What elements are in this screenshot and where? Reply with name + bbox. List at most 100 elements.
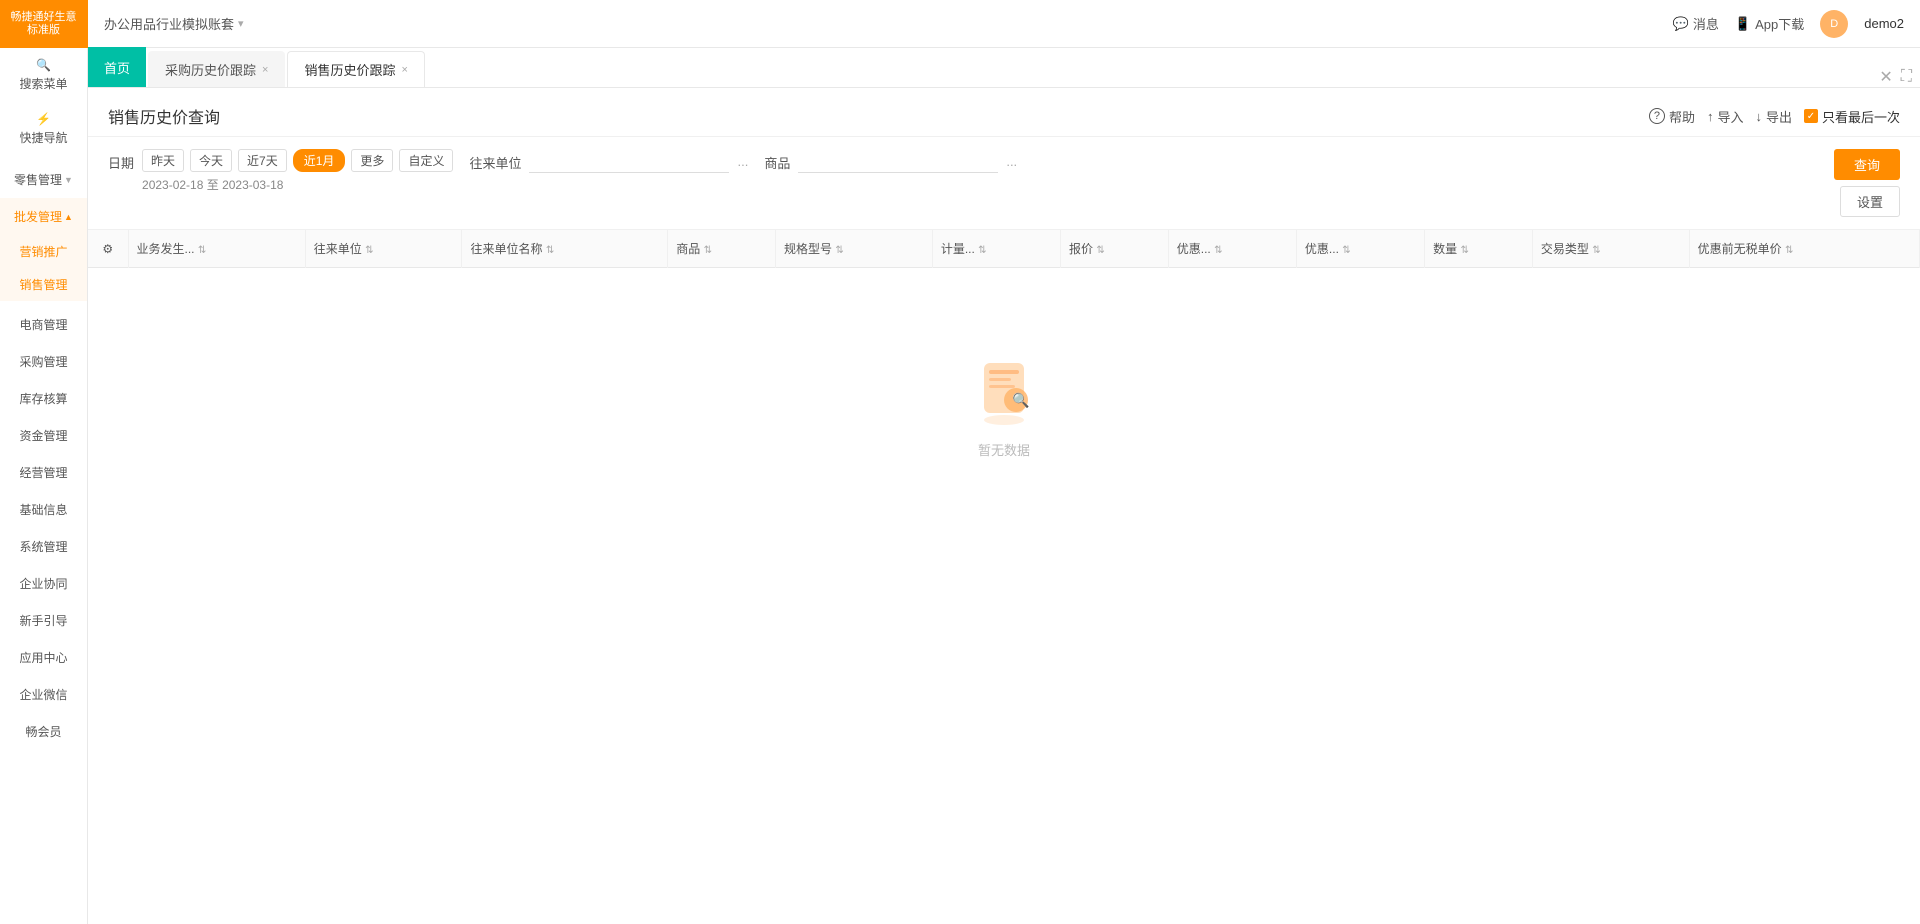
chat-button[interactable]: 💬 消息 <box>1673 14 1719 33</box>
th-price[interactable]: 报价 ⇅ <box>1060 230 1168 268</box>
sidebar-onboarding-label: 新手引导 <box>19 612 67 629</box>
th-discount2[interactable]: 优惠... ⇅ <box>1296 230 1424 268</box>
product-dots-icon[interactable]: ... <box>1006 154 1017 169</box>
sidebar-item-purchase[interactable]: 采购管理 <box>0 343 87 380</box>
th-quantity-label: 数量 <box>1433 242 1457 256</box>
tab-sales-close-icon[interactable]: × <box>401 64 407 76</box>
tab-sales-label: 销售历史价跟踪 <box>304 60 395 79</box>
gear-icon[interactable]: ⚙ <box>102 242 113 256</box>
user-avatar[interactable]: D <box>1820 10 1848 38</box>
tab-home[interactable]: 首页 <box>88 47 146 87</box>
tab-purchase-history[interactable]: 采购历史价跟踪 × <box>148 51 285 87</box>
sidebar-item-wholesale[interactable]: 批发管理 ▲ <box>0 198 87 235</box>
sidebar-item-search[interactable]: 🔍 搜索菜单 <box>0 48 87 102</box>
topbar-title-group[interactable]: 办公用品行业模拟账套 ▾ <box>104 14 244 33</box>
tab-sales-history[interactable]: 销售历史价跟踪 × <box>287 51 424 87</box>
help-icon: ? <box>1649 108 1665 124</box>
product-filter-group: 商品 ... <box>764 149 1017 173</box>
sidebar-item-operations[interactable]: 经营管理 <box>0 454 87 491</box>
import-label: 导入 <box>1717 107 1743 126</box>
tab-actions: ✕ ⛶ <box>1879 67 1920 87</box>
date-btn-yesterday[interactable]: 昨天 <box>142 149 184 172</box>
sidebar-item-corp-wechat[interactable]: 企业微信 <box>0 676 87 713</box>
sidebar-item-system[interactable]: 系统管理 <box>0 528 87 565</box>
sidebar-item-ecommerce[interactable]: 电商管理 <box>0 306 87 343</box>
tab-purchase-close-icon[interactable]: × <box>262 64 268 76</box>
sidebar-item-enterprise[interactable]: 企业协同 <box>0 565 87 602</box>
topbar: 办公用品行业模拟账套 ▾ 💬 消息 📱 App下载 D demo2 <box>88 0 1920 48</box>
date-btn-custom[interactable]: 自定义 <box>399 149 453 172</box>
sidebar-item-sales-mgmt[interactable]: 销售管理 <box>0 268 87 301</box>
partner-dots-icon[interactable]: ... <box>737 154 748 169</box>
th-pretaxprice-label: 优惠前无税单价 <box>1698 242 1782 256</box>
table-header: ⚙ 业务发生... ⇅ 往来单位 ⇅ 往来单位名称 ⇅ <box>88 230 1920 268</box>
main-area: 办公用品行业模拟账套 ▾ 💬 消息 📱 App下载 D demo2 首页 采购历… <box>88 0 1920 924</box>
th-product-sort-icon: ⇅ <box>704 245 712 256</box>
th-partner-name[interactable]: 往来单位名称 ⇅ <box>462 230 668 268</box>
sidebar-item-marketing[interactable]: 营销推广 <box>0 235 87 268</box>
export-label: 导出 <box>1766 107 1792 126</box>
sidebar-item-finance[interactable]: 资金管理 <box>0 417 87 454</box>
partner-input[interactable] <box>529 149 729 173</box>
page-content: 销售历史价查询 ? 帮助 ↑ 导入 ↓ 导出 ✓ 只看最后一次 <box>88 88 1920 924</box>
empty-text: 暂无数据 <box>978 440 1030 459</box>
sidebar-item-quick-nav[interactable]: ⚡ 快捷导航 <box>0 102 87 156</box>
date-buttons: 昨天 今天 近7天 近1月 更多 自定义 <box>142 149 453 172</box>
th-product[interactable]: 商品 ⇅ <box>668 230 776 268</box>
import-button[interactable]: ↑ 导入 <box>1707 107 1744 126</box>
th-quantity[interactable]: 数量 ⇅ <box>1425 230 1533 268</box>
th-discount1[interactable]: 优惠... ⇅ <box>1168 230 1296 268</box>
svg-text:🔍: 🔍 <box>1012 391 1029 409</box>
sidebar-item-retail[interactable]: 零售管理 ▼ <box>0 161 87 198</box>
sidebar-item-basic-info[interactable]: 基础信息 <box>0 491 87 528</box>
date-options: 昨天 今天 近7天 近1月 更多 自定义 2023-02-18 至 2023-0… <box>142 149 453 193</box>
table-container: ⚙ 业务发生... ⇅ 往来单位 ⇅ 往来单位名称 ⇅ <box>88 230 1920 924</box>
sidebar-appcenter-label: 应用中心 <box>19 649 67 666</box>
empty-illustration: 🔍 <box>964 348 1044 428</box>
tab-home-label: 首页 <box>104 58 130 77</box>
th-spec[interactable]: 规格型号 ⇅ <box>776 230 933 268</box>
tab-bar: 首页 采购历史价跟踪 × 销售历史价跟踪 × ✕ ⛶ <box>88 48 1920 88</box>
filter-bar: 日期 昨天 今天 近7天 近1月 更多 自定义 2023-02-18 至 202… <box>88 137 1920 230</box>
th-partnercode-label: 往来单位 <box>314 242 362 256</box>
partner-label: 往来单位 <box>469 149 521 172</box>
import-icon: ↑ <box>1707 109 1714 124</box>
th-pretax-price[interactable]: 优惠前无税单价 ⇅ <box>1689 230 1919 268</box>
logo-subtext: 标准版 <box>27 24 60 37</box>
th-price-sort-icon: ⇅ <box>1096 245 1104 256</box>
quick-nav-icon: ⚡ <box>36 112 51 126</box>
help-button[interactable]: ? 帮助 <box>1649 107 1695 126</box>
sidebar-item-inventory[interactable]: 库存核算 <box>0 380 87 417</box>
th-spec-sort-icon: ⇅ <box>835 245 843 256</box>
date-btn-last7[interactable]: 近7天 <box>238 149 287 172</box>
sidebar-logo[interactable]: 畅捷通好生意 标准版 <box>0 0 88 48</box>
tab-close-window-icon[interactable]: ✕ <box>1879 67 1892 87</box>
sidebar-item-onboarding[interactable]: 新手引导 <box>0 602 87 639</box>
export-button[interactable]: ↓ 导出 <box>1755 107 1792 126</box>
settings-button[interactable]: 设置 <box>1840 186 1900 217</box>
sidebar-item-app-center[interactable]: 应用中心 <box>0 639 87 676</box>
empty-svg: 🔍 <box>964 348 1044 428</box>
only-last-checkbox[interactable]: ✓ <box>1804 109 1818 123</box>
wholesale-submenu: 营销推广 销售管理 <box>0 235 87 301</box>
th-partner-code[interactable]: 往来单位 ⇅ <box>305 230 462 268</box>
product-input[interactable] <box>798 149 998 173</box>
tab-fullscreen-icon[interactable]: ⛶ <box>1901 68 1912 86</box>
only-last-text: 只看最后一次 <box>1822 107 1900 126</box>
date-btn-last1m[interactable]: 近1月 <box>293 149 346 172</box>
sidebar-item-members[interactable]: 畅会员 <box>0 713 87 750</box>
date-btn-today[interactable]: 今天 <box>190 149 232 172</box>
date-btn-more[interactable]: 更多 <box>351 149 393 172</box>
th-gear[interactable]: ⚙ <box>88 230 128 268</box>
app-download-button[interactable]: 📱 App下载 <box>1735 14 1804 33</box>
sidebar-corpwechat-label: 企业微信 <box>19 686 67 703</box>
sidebar-members-label: 畅会员 <box>25 723 61 740</box>
th-partnercode-sort-icon: ⇅ <box>365 245 373 256</box>
th-unit[interactable]: 计量... ⇅ <box>932 230 1060 268</box>
query-button[interactable]: 查询 <box>1834 149 1900 180</box>
th-trade-type[interactable]: 交易类型 ⇅ <box>1532 230 1689 268</box>
sidebar-search-label: 搜索菜单 <box>19 75 67 92</box>
th-biz-date[interactable]: 业务发生... ⇅ <box>128 230 305 268</box>
only-last-checkbox-label[interactable]: ✓ 只看最后一次 <box>1804 107 1900 126</box>
username-label: demo2 <box>1864 16 1904 31</box>
